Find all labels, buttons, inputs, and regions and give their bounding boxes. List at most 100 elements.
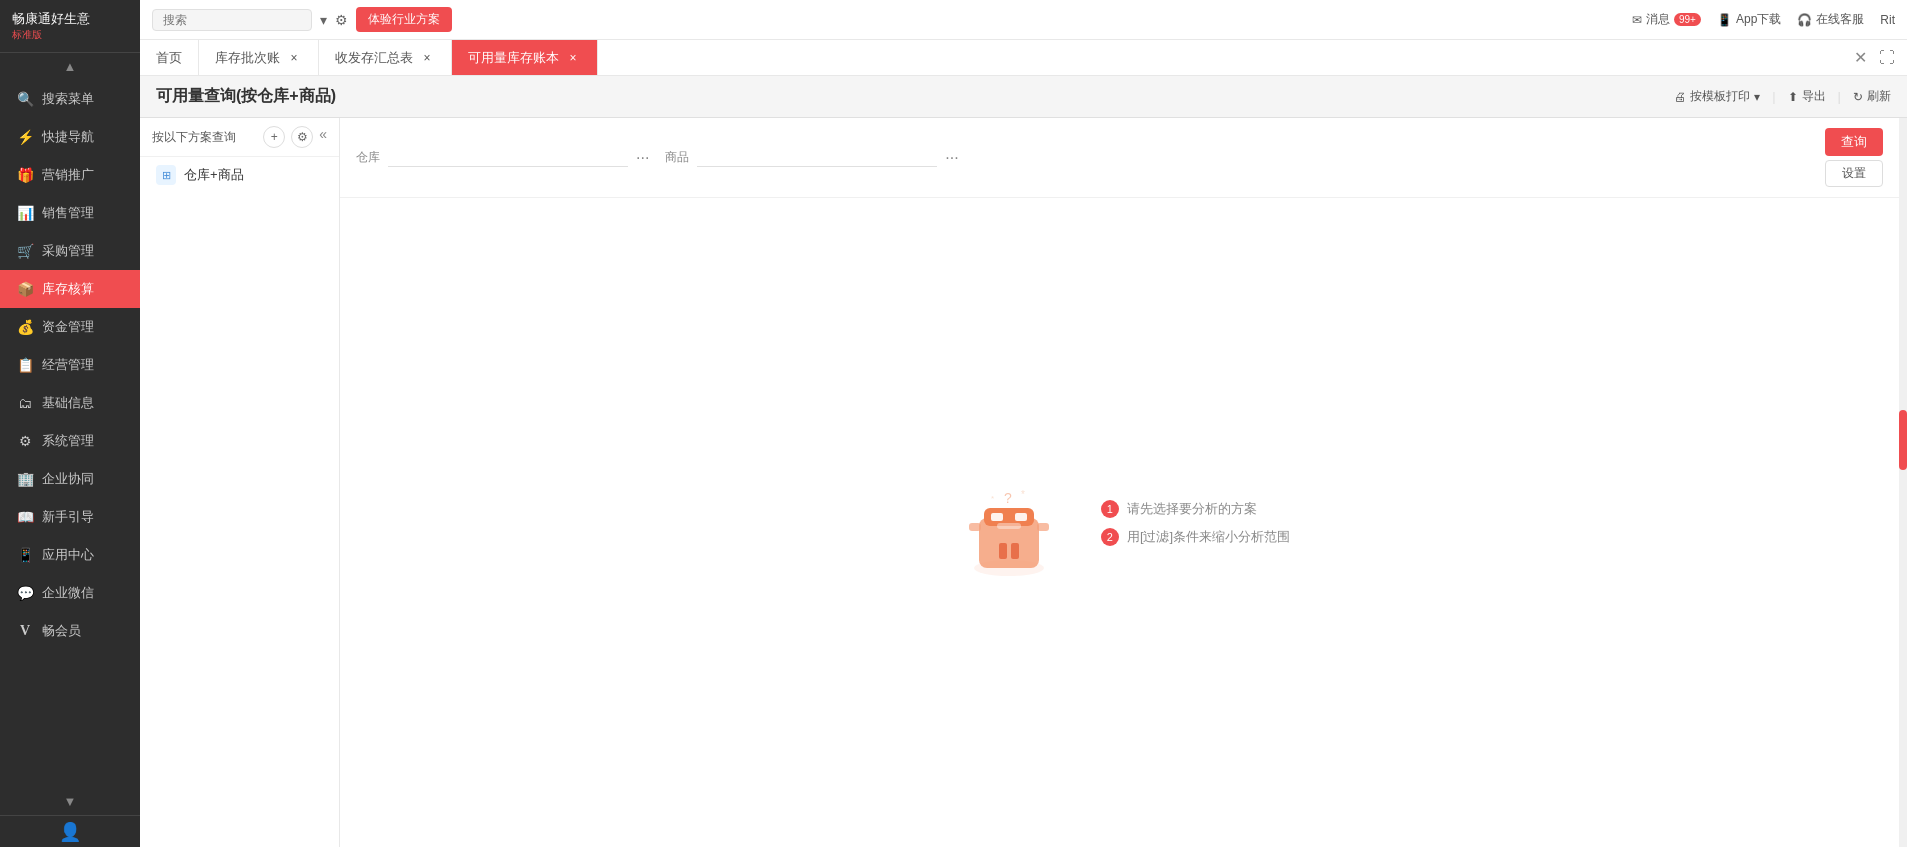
empty-tips: 1 请先选择要分析的方案 2 用[过滤]条件来缩小分析范围 xyxy=(1101,500,1290,546)
appstore-icon: 📱 xyxy=(16,547,34,563)
inventory-icon: 📦 xyxy=(16,281,34,297)
main-area: ▾ ⚙ 体验行业方案 ✉ 消息 99+ 📱 App下载 🎧 在线客服 Rit 首… xyxy=(140,0,1907,847)
sidebar-item-label: 畅会员 xyxy=(42,622,81,640)
topbar-right: ✉ 消息 99+ 📱 App下载 🎧 在线客服 Rit xyxy=(1632,11,1895,28)
warehouse-filter-input[interactable] xyxy=(388,148,628,167)
marketing-icon: 🎁 xyxy=(16,167,34,183)
page-header: 可用量查询(按仓库+商品) 🖨 按模板打印 ▾ | ⬆ 导出 | ↻ 刷新 xyxy=(140,76,1907,118)
scheme-warehouse-goods[interactable]: ⊞ 仓库+商品 xyxy=(140,157,339,193)
topbar-app-download[interactable]: 📱 App下载 xyxy=(1717,11,1781,28)
svg-text:?: ? xyxy=(1004,490,1012,506)
tab-home[interactable]: 首页 xyxy=(140,40,199,75)
goods-filter-input[interactable] xyxy=(697,148,937,167)
sidebar-item-member[interactable]: V 畅会员 xyxy=(0,612,140,650)
svg-rect-6 xyxy=(999,543,1007,559)
tabbar-expand-button[interactable]: ⛶ xyxy=(1875,45,1899,71)
filter-actions: 查询 设置 xyxy=(1825,128,1883,187)
scheme-warehouse-icon: ⊞ xyxy=(156,165,176,185)
page-title: 可用量查询(按仓库+商品) xyxy=(156,86,336,107)
query-button[interactable]: 查询 xyxy=(1825,128,1883,156)
sidebar-item-sales[interactable]: 📊 销售管理 xyxy=(0,194,140,232)
phone-icon: 📱 xyxy=(1717,13,1732,27)
sidebar-item-label: 企业协同 xyxy=(42,470,94,488)
content-area: 按以下方案查询 + ⚙ « ⊞ 仓库+商品 xyxy=(140,118,1907,847)
tab-batch-close[interactable]: × xyxy=(286,50,302,66)
sidebar-item-wechat[interactable]: 💬 企业微信 xyxy=(0,574,140,612)
sidebar-item-newbie[interactable]: 📖 新手引导 xyxy=(0,498,140,536)
svg-rect-7 xyxy=(1011,543,1019,559)
sidebar-item-purchase[interactable]: 🛒 采购管理 xyxy=(0,232,140,270)
sidebar-item-finance[interactable]: 💰 资金管理 xyxy=(0,308,140,346)
sidebar-brand: 畅康通好生意 标准版 xyxy=(0,0,140,53)
sidebar-item-inventory[interactable]: 📦 库存核算 xyxy=(0,270,140,308)
shortcut-icon: ⚡ xyxy=(16,129,34,145)
tabbar-close-button[interactable]: ✕ xyxy=(1850,44,1871,71)
collapse-button[interactable]: « xyxy=(319,126,327,148)
sidebar-item-marketing[interactable]: 🎁 营销推广 xyxy=(0,156,140,194)
sidebar-item-search[interactable]: 🔍 搜索菜单 xyxy=(0,80,140,118)
sales-icon: 📊 xyxy=(16,205,34,221)
topbar-online-service[interactable]: 🎧 在线客服 xyxy=(1797,11,1864,28)
finance-icon: 💰 xyxy=(16,319,34,335)
scheme-label: 仓库+商品 xyxy=(184,166,244,184)
left-panel: 按以下方案查询 + ⚙ « ⊞ 仓库+商品 xyxy=(140,118,340,847)
svg-rect-3 xyxy=(991,513,1003,521)
warehouse-more-button[interactable]: ··· xyxy=(636,149,649,167)
sidebar-item-system[interactable]: ⚙ 系统管理 xyxy=(0,422,140,460)
empty-tip-2: 2 用[过滤]条件来缩小分析范围 xyxy=(1101,528,1290,546)
tab-storage[interactable]: 收发存汇总表 × xyxy=(319,40,452,75)
topbar-dropdown-button[interactable]: ▾ xyxy=(320,12,327,28)
topbar-gear-button[interactable]: ⚙ xyxy=(335,12,348,28)
app-label: App下载 xyxy=(1736,11,1781,28)
sidebar: 畅康通好生意 标准版 ▲ 🔍 搜索菜单 ⚡ 快捷导航 🎁 营销推广 📊 销售管理… xyxy=(0,0,140,847)
tab-available-close[interactable]: × xyxy=(565,50,581,66)
wechat-icon: 💬 xyxy=(16,585,34,601)
plus-icon: + xyxy=(271,130,278,144)
svg-rect-8 xyxy=(969,523,981,531)
sidebar-bottom-icon: 👤 xyxy=(59,821,81,843)
tab-batch[interactable]: 库存批次账 × xyxy=(199,40,319,75)
sidebar-item-label: 企业微信 xyxy=(42,584,94,602)
headset-icon: 🎧 xyxy=(1797,13,1812,27)
sidebar-item-shortcut[interactable]: ⚡ 快捷导航 xyxy=(0,118,140,156)
settings-scheme-button[interactable]: ⚙ xyxy=(291,126,313,148)
svg-rect-4 xyxy=(1015,513,1027,521)
refresh-button[interactable]: ↻ 刷新 xyxy=(1853,88,1891,105)
topbar-search-input[interactable] xyxy=(152,9,312,31)
search-icon: 🔍 xyxy=(16,91,34,107)
topbar-messages[interactable]: ✉ 消息 99+ xyxy=(1632,11,1701,28)
sidebar-scroll-up[interactable]: ▲ xyxy=(0,53,140,80)
topbar-user[interactable]: Rit xyxy=(1880,13,1895,27)
goods-more-button[interactable]: ··· xyxy=(945,149,958,167)
right-scrollbar[interactable] xyxy=(1899,118,1907,847)
sidebar-item-label: 采购管理 xyxy=(42,242,94,260)
filter-settings-button[interactable]: 设置 xyxy=(1825,160,1883,187)
left-panel-title: 按以下方案查询 xyxy=(152,129,236,146)
tab-storage-close[interactable]: × xyxy=(419,50,435,66)
sidebar-scroll-down[interactable]: ▼ xyxy=(0,788,140,815)
empty-tip-1: 1 请先选择要分析的方案 xyxy=(1101,500,1290,518)
export-button[interactable]: ⬆ 导出 xyxy=(1788,88,1826,105)
tab-available-label: 可用量库存账本 xyxy=(468,49,559,67)
sidebar-item-appstore[interactable]: 📱 应用中心 xyxy=(0,536,140,574)
left-panel-header: 按以下方案查询 + ⚙ « xyxy=(140,118,339,157)
system-icon: ⚙ xyxy=(16,433,34,449)
tabbar-right: ✕ ⛶ xyxy=(1850,44,1907,71)
basic-icon: 🗂 xyxy=(16,395,34,411)
sidebar-item-label: 销售管理 xyxy=(42,204,94,222)
sidebar-item-label: 系统管理 xyxy=(42,432,94,450)
tab-available[interactable]: 可用量库存账本 × xyxy=(452,40,598,75)
sidebar-item-enterprise[interactable]: 🏢 企业协同 xyxy=(0,460,140,498)
sidebar-item-label: 快捷导航 xyxy=(42,128,94,146)
print-button[interactable]: 🖨 按模板打印 ▾ xyxy=(1674,88,1760,105)
tab-storage-label: 收发存汇总表 xyxy=(335,49,413,67)
empty-state: ? * * 1 请先选择要分析的方案 2 用[过滤]条件来缩小 xyxy=(340,198,1899,847)
print-dropdown-icon: ▾ xyxy=(1754,90,1760,104)
sidebar-item-label: 新手引导 xyxy=(42,508,94,526)
add-scheme-button[interactable]: + xyxy=(263,126,285,148)
topbar-industry-button[interactable]: 体验行业方案 xyxy=(356,7,452,32)
sidebar-item-operation[interactable]: 📋 经营管理 xyxy=(0,346,140,384)
sidebar-item-label: 应用中心 xyxy=(42,546,94,564)
sidebar-item-label: 搜索菜单 xyxy=(42,90,94,108)
sidebar-item-basic[interactable]: 🗂 基础信息 xyxy=(0,384,140,422)
